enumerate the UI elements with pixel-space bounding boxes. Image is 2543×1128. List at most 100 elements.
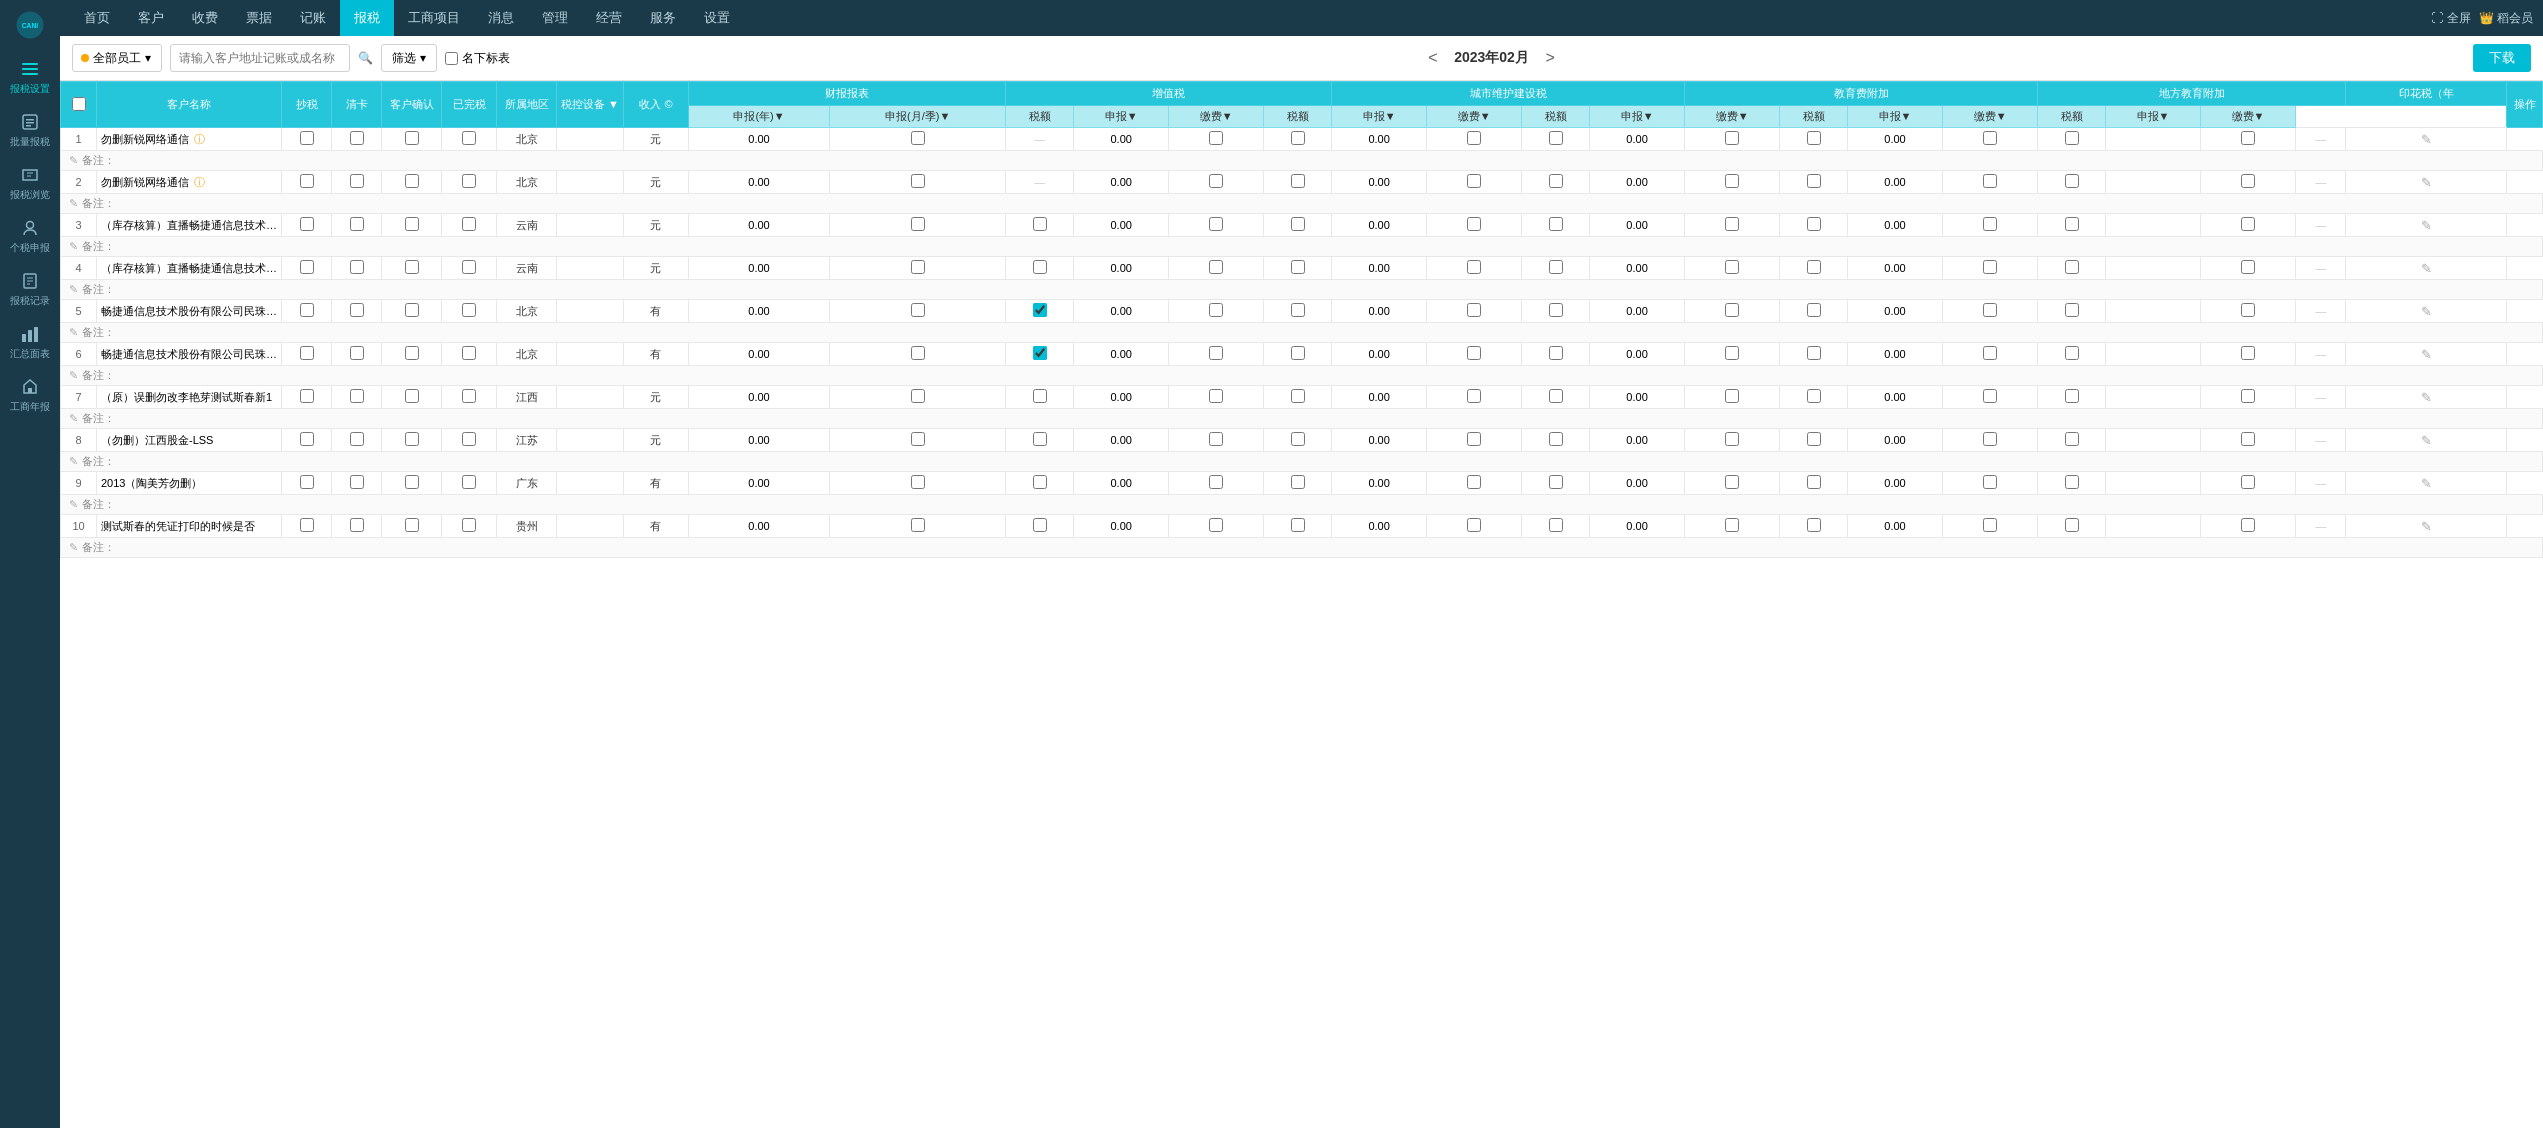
row-7-declared[interactable] bbox=[442, 386, 497, 409]
sidebar-item-piliang[interactable]: 批量报税 bbox=[0, 103, 60, 156]
row-5-stamp-declare[interactable] bbox=[2201, 300, 2296, 323]
locedu-fee-cb-2[interactable] bbox=[2065, 174, 2079, 188]
sidebar-item-baoshuijilu[interactable]: 报税记录 bbox=[0, 262, 60, 315]
row-8-edu-fee[interactable] bbox=[1780, 429, 1848, 452]
row-3-confirm[interactable] bbox=[382, 214, 442, 237]
yr-declare-cb-9[interactable] bbox=[911, 475, 925, 489]
subh-mth-declare[interactable]: 申报(月/季)▼ bbox=[830, 106, 1006, 128]
city-fee-cb-9[interactable] bbox=[1549, 475, 1563, 489]
row-4-mth-declare[interactable] bbox=[1006, 257, 1074, 280]
chaoshui-checkbox-8[interactable] bbox=[300, 432, 314, 446]
row-8-city-declare[interactable] bbox=[1427, 429, 1522, 452]
row-1-edu-fee[interactable] bbox=[1780, 128, 1848, 151]
row-7-ops[interactable]: ✎ bbox=[2346, 386, 2507, 409]
note-cell-5[interactable]: ✎备注： bbox=[61, 323, 2543, 343]
row-3-stamp-fee[interactable]: — bbox=[2296, 214, 2346, 237]
row-1-edu-declare[interactable] bbox=[1685, 128, 1780, 151]
locedu-declare-cb-3[interactable] bbox=[1983, 217, 1997, 231]
subh-vat-declare[interactable]: 申报▼ bbox=[1074, 106, 1169, 128]
row-7-yr-declare[interactable] bbox=[830, 386, 1006, 409]
row-2-locedu-declare[interactable] bbox=[1943, 171, 2038, 194]
row-6-vat-fee[interactable] bbox=[1264, 343, 1332, 366]
confirm-checkbox-4[interactable] bbox=[405, 260, 419, 274]
row-1-city-declare[interactable] bbox=[1427, 128, 1522, 151]
city-fee-cb-10[interactable] bbox=[1549, 518, 1563, 532]
row-1-confirm[interactable] bbox=[382, 128, 442, 151]
row-3-vat-declare[interactable] bbox=[1169, 214, 1264, 237]
row-3-ops[interactable]: ✎ bbox=[2346, 214, 2507, 237]
locedu-fee-cb-5[interactable] bbox=[2065, 303, 2079, 317]
city-fee-cb-7[interactable] bbox=[1549, 389, 1563, 403]
mth-declare-cb-3[interactable] bbox=[1033, 217, 1047, 231]
row-7-stamp-declare[interactable] bbox=[2201, 386, 2296, 409]
row-6-city-fee[interactable] bbox=[1522, 343, 1590, 366]
chaoshui-checkbox-7[interactable] bbox=[300, 389, 314, 403]
row-2-chaoshui[interactable] bbox=[282, 171, 332, 194]
row-6-stamp-declare[interactable] bbox=[2201, 343, 2296, 366]
row-6-qingka[interactable] bbox=[332, 343, 382, 366]
city-declare-cb-4[interactable] bbox=[1467, 260, 1481, 274]
row-10-chaoshui[interactable] bbox=[282, 515, 332, 538]
row-6-stamp-fee[interactable]: — bbox=[2296, 343, 2346, 366]
row-4-locedu-fee[interactable] bbox=[2038, 257, 2106, 280]
subh-stamp-declare[interactable]: 申报▼ bbox=[2105, 106, 2200, 128]
row-2-city-fee[interactable] bbox=[1522, 171, 1590, 194]
vat-declare-cb-2[interactable] bbox=[1209, 174, 1223, 188]
mth-declare-cb-6[interactable] bbox=[1033, 346, 1047, 360]
row-5-ops[interactable]: ✎ bbox=[2346, 300, 2507, 323]
yr-declare-cb-10[interactable] bbox=[911, 518, 925, 532]
locedu-fee-cb-6[interactable] bbox=[2065, 346, 2079, 360]
edu-declare-cb-9[interactable] bbox=[1725, 475, 1739, 489]
edu-declare-cb-1[interactable] bbox=[1725, 131, 1739, 145]
sidebar-item-geshui[interactable]: 个税申报 bbox=[0, 209, 60, 262]
vat-fee-cb-8[interactable] bbox=[1291, 432, 1305, 446]
row-2-locedu-fee[interactable] bbox=[2038, 171, 2106, 194]
confirm-checkbox-7[interactable] bbox=[405, 389, 419, 403]
row-8-vat-declare[interactable] bbox=[1169, 429, 1264, 452]
vat-fee-cb-5[interactable] bbox=[1291, 303, 1305, 317]
vat-fee-cb-2[interactable] bbox=[1291, 174, 1305, 188]
row-6-vat-declare[interactable] bbox=[1169, 343, 1264, 366]
row-10-stamp-declare[interactable] bbox=[2201, 515, 2296, 538]
chaoshui-checkbox-9[interactable] bbox=[300, 475, 314, 489]
declared-checkbox-8[interactable] bbox=[462, 432, 476, 446]
edu-fee-cb-10[interactable] bbox=[1807, 518, 1821, 532]
edu-fee-cb-6[interactable] bbox=[1807, 346, 1821, 360]
subh-city-declare[interactable]: 申报▼ bbox=[1332, 106, 1427, 128]
subh-stamp-fee[interactable]: 缴费▼ bbox=[2201, 106, 2296, 128]
locedu-fee-cb-10[interactable] bbox=[2065, 518, 2079, 532]
row-5-confirm[interactable] bbox=[382, 300, 442, 323]
edu-fee-cb-4[interactable] bbox=[1807, 260, 1821, 274]
filter-button[interactable]: 筛选 ▾ bbox=[381, 44, 437, 72]
row-5-yr-declare[interactable] bbox=[830, 300, 1006, 323]
row-2-city-declare[interactable] bbox=[1427, 171, 1522, 194]
nav-baoshu[interactable]: 报税 bbox=[340, 0, 394, 36]
qingka-checkbox-3[interactable] bbox=[350, 217, 364, 231]
search-input[interactable] bbox=[170, 44, 350, 72]
declared-checkbox-9[interactable] bbox=[462, 475, 476, 489]
chaoshui-checkbox-3[interactable] bbox=[300, 217, 314, 231]
row-2-edu-fee[interactable] bbox=[1780, 171, 1848, 194]
row-4-edu-declare[interactable] bbox=[1685, 257, 1780, 280]
stamp-declare-cb-9[interactable] bbox=[2241, 475, 2255, 489]
row-8-qingka[interactable] bbox=[332, 429, 382, 452]
row-7-mth-declare[interactable] bbox=[1006, 386, 1074, 409]
note-cell-9[interactable]: ✎备注： bbox=[61, 495, 2543, 515]
city-declare-cb-10[interactable] bbox=[1467, 518, 1481, 532]
row-9-ops[interactable]: ✎ bbox=[2346, 472, 2507, 495]
city-fee-cb-4[interactable] bbox=[1549, 260, 1563, 274]
stamp-declare-cb-7[interactable] bbox=[2241, 389, 2255, 403]
row-3-edu-declare[interactable] bbox=[1685, 214, 1780, 237]
row-1-ops[interactable]: ✎ bbox=[2346, 128, 2507, 151]
row-2-mth-declare[interactable]: — bbox=[1006, 171, 1074, 194]
row-7-vat-declare[interactable] bbox=[1169, 386, 1264, 409]
vat-declare-cb-3[interactable] bbox=[1209, 217, 1223, 231]
row-6-confirm[interactable] bbox=[382, 343, 442, 366]
row-6-declared[interactable] bbox=[442, 343, 497, 366]
mth-declare-cb-8[interactable] bbox=[1033, 432, 1047, 446]
qingka-checkbox-9[interactable] bbox=[350, 475, 364, 489]
row-3-vat-fee[interactable] bbox=[1264, 214, 1332, 237]
edu-declare-cb-3[interactable] bbox=[1725, 217, 1739, 231]
qingka-checkbox-7[interactable] bbox=[350, 389, 364, 403]
row-8-mth-declare[interactable] bbox=[1006, 429, 1074, 452]
